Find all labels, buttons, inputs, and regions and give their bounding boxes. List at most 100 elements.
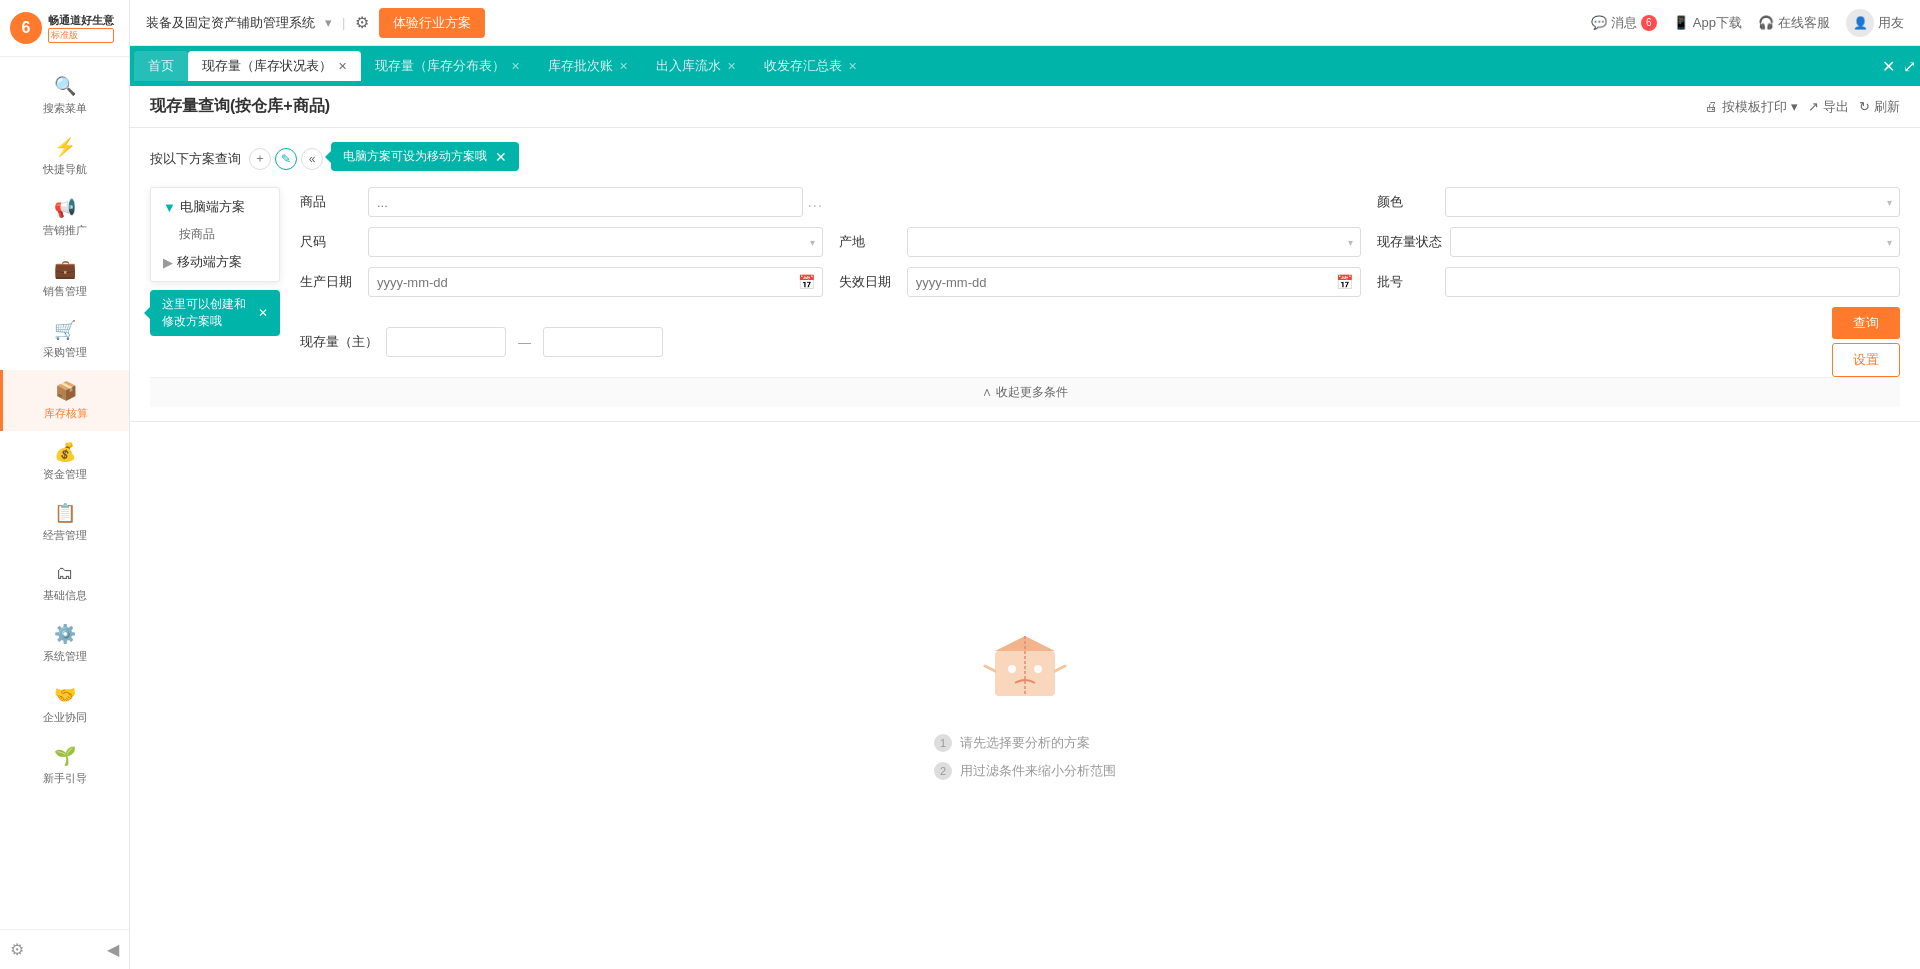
- set-button[interactable]: 设置: [1832, 343, 1900, 377]
- system-icon: ⚙️: [54, 623, 76, 645]
- tab-close-inout[interactable]: ✕: [727, 60, 736, 73]
- inventory-qty-label: 现存量（主）: [300, 333, 378, 351]
- quick-nav-icon: ⚡: [54, 136, 76, 158]
- scheme-mobile[interactable]: ▶ 移动端方案: [151, 247, 279, 277]
- inventory-status-select[interactable]: [1450, 227, 1900, 257]
- print-dropdown-icon: ▾: [1791, 99, 1798, 114]
- sidebar-item-search[interactable]: 🔍 搜索菜单: [0, 65, 129, 126]
- goods-input[interactable]: [368, 187, 803, 217]
- field-expiry-date: 失效日期 📅: [839, 267, 1362, 297]
- inventory-qty-min-input[interactable]: [386, 327, 506, 357]
- export-btn[interactable]: ↗ 导出: [1808, 98, 1849, 116]
- tab-inventory-dist[interactable]: 现存量（库存分布表） ✕: [361, 51, 534, 81]
- create-tooltip-close[interactable]: ✕: [258, 306, 268, 320]
- batch-no-input[interactable]: [1445, 267, 1900, 297]
- field-batch-no: 批号: [1377, 267, 1900, 297]
- settings-footer-icon[interactable]: ⚙: [10, 940, 24, 959]
- batch-no-label: 批号: [1377, 273, 1437, 291]
- sidebar-item-operations[interactable]: 📋 经营管理: [0, 492, 129, 553]
- filter-row-3: 生产日期 📅 失效日期 📅: [300, 267, 1900, 297]
- calendar-icon-expiry[interactable]: 📅: [1336, 274, 1353, 290]
- filter-header: 按以下方案查询 ＋ ✎ « 电脑方案可设为移动方案哦 ✕: [150, 142, 1900, 175]
- inventory-status-label: 现存量状态: [1377, 233, 1442, 251]
- back-scheme-btn[interactable]: «: [301, 148, 323, 170]
- goods-more-icon[interactable]: …: [807, 193, 823, 211]
- filter-row-2: 尺码 ▾ 产地 ▾: [300, 227, 1900, 257]
- scheme-list: ▼ 电脑端方案 按商品 ▶ 移动端方案 这里可以创建和修改方案哦: [150, 187, 280, 377]
- message-action[interactable]: 💬 消息 6: [1591, 14, 1657, 32]
- tab-inout-flow[interactable]: 出入库流水 ✕: [642, 51, 750, 81]
- action-buttons: 查询 设置: [1832, 307, 1900, 377]
- tab-close-inventory-status[interactable]: ✕: [338, 60, 347, 73]
- tab-close-inventory-dist[interactable]: ✕: [511, 60, 520, 73]
- production-date-label: 生产日期: [300, 273, 360, 291]
- phone-icon: 📱: [1673, 15, 1689, 30]
- purchase-icon: 🛒: [54, 319, 76, 341]
- color-select[interactable]: [1445, 187, 1900, 217]
- sidebar-footer: ⚙ ◀: [0, 929, 129, 969]
- sidebar-item-enterprise[interactable]: 🤝 企业协同: [0, 674, 129, 735]
- field-inventory-status: 现存量状态 ▾: [1377, 227, 1900, 257]
- sidebar-item-newbie[interactable]: 🌱 新手引导: [0, 735, 129, 796]
- tab-home[interactable]: 首页: [134, 51, 188, 81]
- sidebar-item-inventory[interactable]: 📦 库存核算: [0, 370, 129, 431]
- field-origin: 产地 ▾: [839, 227, 1362, 257]
- sidebar-item-purchase[interactable]: 🛒 采购管理: [0, 309, 129, 370]
- refresh-btn[interactable]: ↻ 刷新: [1859, 98, 1900, 116]
- scheme-desktop[interactable]: ▼ 电脑端方案: [151, 192, 279, 222]
- tab-close-collect[interactable]: ✕: [848, 60, 857, 73]
- header-right: 💬 消息 6 📱 App下载 🎧 在线客服 👤 用友: [1591, 9, 1904, 37]
- support-action[interactable]: 🎧 在线客服: [1758, 14, 1830, 32]
- sidebar-item-quick-nav[interactable]: ⚡ 快捷导航: [0, 126, 129, 187]
- page-title: 现存量查询(按仓库+商品): [150, 96, 330, 117]
- field-color: 颜色 ▾: [1377, 187, 1900, 217]
- print-btn[interactable]: 🖨 按模板打印 ▾: [1705, 98, 1798, 116]
- industry-btn[interactable]: 体验行业方案: [379, 8, 485, 38]
- add-scheme-btn[interactable]: ＋: [249, 148, 271, 170]
- tab-inventory-status[interactable]: 现存量（库存状况表） ✕: [188, 51, 361, 81]
- settings-gear-icon[interactable]: ⚙: [355, 13, 369, 32]
- collapse-sidebar-icon[interactable]: ◀: [107, 940, 119, 959]
- collapse-icon: ∧: [982, 385, 992, 399]
- size-label: 尺码: [300, 233, 360, 251]
- production-date-input[interactable]: [368, 267, 823, 297]
- scheme-tooltip-close[interactable]: ✕: [495, 149, 507, 165]
- refresh-icon: ↻: [1859, 99, 1870, 114]
- newbie-icon: 🌱: [54, 745, 76, 767]
- sidebar-item-finance[interactable]: 💰 资金管理: [0, 431, 129, 492]
- tab-batch[interactable]: 库存批次账 ✕: [534, 51, 642, 81]
- sidebar-item-basic[interactable]: 🗂 基础信息: [0, 553, 129, 613]
- tab-collect-send[interactable]: 收发存汇总表 ✕: [750, 51, 871, 81]
- system-name: 装备及固定资产辅助管理系统: [146, 14, 315, 32]
- user-action[interactable]: 👤 用友: [1846, 9, 1904, 37]
- svg-point-4: [1034, 665, 1042, 673]
- collapse-bar[interactable]: ∧ 收起更多条件: [150, 377, 1900, 407]
- inventory-icon: 📦: [55, 380, 77, 402]
- expand-icon: ▼: [163, 200, 176, 215]
- origin-select[interactable]: [907, 227, 1362, 257]
- calendar-icon-production[interactable]: 📅: [798, 274, 815, 290]
- svg-line-5: [985, 666, 995, 671]
- expiry-date-input[interactable]: [907, 267, 1362, 297]
- system-dropdown-icon[interactable]: ▾: [325, 15, 332, 30]
- size-select[interactable]: [368, 227, 823, 257]
- app-download-action[interactable]: 📱 App下载: [1673, 14, 1742, 32]
- tab-bar: 首页 现存量（库存状况表） ✕ 现存量（库存分布表） ✕ 库存批次账 ✕ 出入库…: [130, 46, 1920, 86]
- print-icon: 🖨: [1705, 99, 1718, 114]
- scheme-sub-item[interactable]: 按商品: [151, 222, 279, 247]
- empty-state: 1 请先选择要分析的方案 2 用过滤条件来缩小分析范围: [130, 422, 1920, 969]
- logo-area: 6 畅通道好生意 标准版: [0, 0, 129, 57]
- tab-close-all-icon[interactable]: ✕: [1882, 57, 1895, 76]
- sidebar-item-system[interactable]: ⚙️ 系统管理: [0, 613, 129, 674]
- filter-row-1: 商品 … 颜色 ▾: [300, 187, 1900, 217]
- enterprise-icon: 🤝: [54, 684, 76, 706]
- inventory-qty-max-input[interactable]: [543, 327, 663, 357]
- sidebar: 6 畅通道好生意 标准版 🔍 搜索菜单 ⚡ 快捷导航 📢 营销推广 💼 销: [0, 0, 130, 969]
- field-size: 尺码 ▾: [300, 227, 823, 257]
- search-button[interactable]: 查询: [1832, 307, 1900, 339]
- sidebar-item-sales[interactable]: 💼 销售管理: [0, 248, 129, 309]
- sidebar-item-marketing[interactable]: 📢 营销推广: [0, 187, 129, 248]
- tab-expand-icon[interactable]: ⤢: [1903, 57, 1916, 76]
- tab-close-batch[interactable]: ✕: [619, 60, 628, 73]
- edit-scheme-btn[interactable]: ✎: [275, 148, 297, 170]
